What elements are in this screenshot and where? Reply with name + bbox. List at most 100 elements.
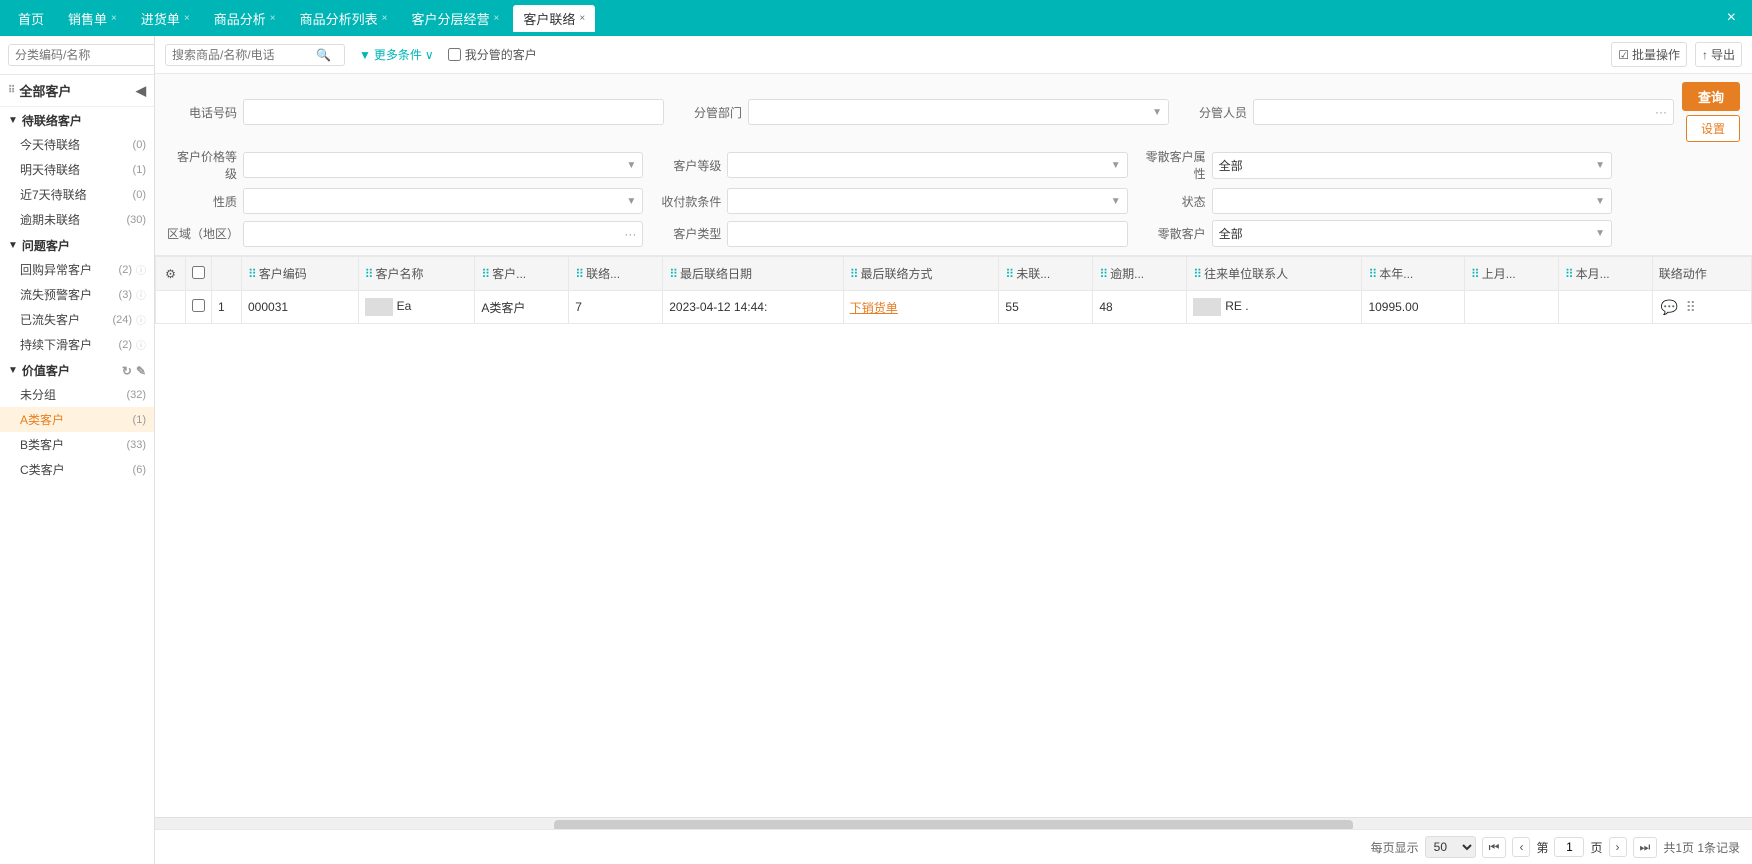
row-checkbox[interactable] [192, 299, 205, 312]
sidebar-item-7days[interactable]: 近7天待联络 (0) [0, 182, 154, 207]
next-page-btn[interactable]: › [1609, 837, 1627, 857]
filter-icon: ▼ [359, 48, 371, 62]
th-code[interactable]: ⠿ 客户编码 [242, 257, 359, 291]
pending-contact-title[interactable]: ▼ 待联络客户 [0, 107, 154, 132]
th-settings[interactable]: ⚙ [156, 257, 186, 291]
last-page-btn[interactable]: ⏭ [1633, 837, 1658, 858]
bulk-op-btn[interactable]: ☑ 批量操作 [1611, 42, 1687, 67]
filter-nature-select[interactable]: ▼ [243, 188, 643, 214]
sidebar-item-declining[interactable]: 持续下滑客户 (2) ⓘ [0, 332, 154, 357]
nav-home[interactable]: 首页 [8, 5, 54, 32]
filter-price-level-select[interactable]: ▼ [243, 152, 643, 178]
export-btn[interactable]: ↑ 导出 [1695, 42, 1742, 67]
filter-retail-attr-select[interactable]: 全部 ▼ [1212, 152, 1612, 179]
th-level[interactable]: ⠿ 客户... [475, 257, 569, 291]
sidebar-item-b-class[interactable]: B类客户 (33) [0, 432, 154, 457]
filter-person-select[interactable]: ··· [1253, 99, 1674, 125]
my-customers-checkbox-label[interactable]: 我分管的客户 [448, 46, 537, 63]
th-overdue[interactable]: ⠿ 逾期... [1093, 257, 1187, 291]
nav-product-analysis[interactable]: 商品分析 × [204, 5, 286, 32]
value-refresh-icon[interactable]: ↻ [122, 364, 132, 378]
more-filter-btn[interactable]: ▼ 更多条件 ∨ [353, 43, 440, 66]
nav-customer-contact[interactable]: 客户联络 × [513, 5, 595, 32]
gear-icon: ⚙ [165, 267, 176, 281]
th-checkbox[interactable] [186, 257, 212, 291]
row-last-month [1464, 291, 1558, 324]
th-index [212, 257, 242, 291]
retail-attr-arrow-icon: ▼ [1595, 160, 1605, 171]
close-customer-segment-tab[interactable]: × [493, 13, 499, 24]
chat-icon[interactable]: 💬 [1661, 299, 1678, 315]
th-contact-count[interactable]: ⠿ 联络... [569, 257, 663, 291]
prev-page-btn[interactable]: ‹ [1512, 837, 1530, 857]
close-sales-tab[interactable]: × [111, 13, 117, 24]
close-customer-contact-tab[interactable]: × [579, 13, 585, 24]
filter-phone-input[interactable] [243, 99, 664, 125]
filter-payment-select[interactable]: ▼ [727, 188, 1127, 214]
th-company-contact[interactable]: ⠿ 往来单位联系人 [1187, 257, 1362, 291]
filter-customer-level-select[interactable]: ▼ [727, 152, 1127, 178]
th-last-month[interactable]: ⠿ 上月... [1464, 257, 1558, 291]
status-arrow-icon: ▼ [1595, 196, 1605, 207]
nav-purchase[interactable]: 进货单 × [131, 5, 200, 32]
sort-icon-ld: ⠿ [669, 267, 678, 281]
th-last-date[interactable]: ⠿ 最后联络日期 [663, 257, 844, 291]
close-product-analysis-tab[interactable]: × [270, 13, 276, 24]
filter-dept-select[interactable]: ▼ [748, 99, 1169, 125]
pending-arrow-icon: ▼ [8, 115, 18, 126]
horizontal-scrollbar[interactable] [155, 817, 1752, 829]
close-window-btn[interactable]: × [1719, 9, 1744, 27]
problem-arrow-icon: ▼ [8, 240, 18, 251]
row-code[interactable]: 000031 [242, 291, 359, 324]
select-all-checkbox[interactable] [192, 266, 205, 279]
th-last-method[interactable]: ⠿ 最后联络方式 [843, 257, 999, 291]
filter-retail-customer: 零散客户 全部 ▼ [1136, 220, 1612, 247]
sidebar-item-churn-warning[interactable]: 流失预警客户 (3) ⓘ [0, 282, 154, 307]
filter-status-select[interactable]: ▼ [1212, 188, 1612, 214]
th-name[interactable]: ⠿ 客户名称 [358, 257, 475, 291]
sidebar-item-a-class[interactable]: A类客户 (1) [0, 407, 154, 432]
row-checkbox-cell[interactable] [186, 291, 212, 324]
close-purchase-tab[interactable]: × [184, 13, 190, 24]
settings-btn[interactable]: 设置 [1686, 115, 1740, 142]
sidebar-item-abnormal-repurchase[interactable]: 回购异常客户 (2) ⓘ [0, 257, 154, 282]
nav-product-analysis-list[interactable]: 商品分析列表 × [290, 5, 398, 32]
filter-region: 区域（地区） ··· [167, 221, 643, 247]
sidebar-search-input[interactable] [8, 44, 155, 66]
nav-sales[interactable]: 销售单 × [58, 5, 127, 32]
page-size-select[interactable]: 50 100 200 [1425, 836, 1476, 858]
th-this-year[interactable]: ⠿ 本年... [1362, 257, 1464, 291]
value-customers-title[interactable]: ▼ 价值客户 ↻ ✎ [0, 357, 154, 382]
row-last-method[interactable]: 下销货单 [843, 291, 999, 324]
search-input[interactable] [172, 48, 312, 62]
filter-customer-type: 客户类型 [651, 221, 1127, 247]
page-number-input[interactable] [1554, 837, 1584, 857]
table-header-row: ⚙ ⠿ 客户编码 [156, 257, 1752, 291]
row-this-year: 10995.00 [1362, 291, 1464, 324]
sidebar-item-overdue[interactable]: 逾期未联络 (30) [0, 207, 154, 232]
sidebar-all-customers[interactable]: ⠿ 全部客户 ◀ [0, 75, 154, 107]
my-customers-checkbox[interactable] [448, 48, 461, 61]
sidebar-item-churned[interactable]: 已流失客户 (24) ⓘ [0, 307, 154, 332]
query-btn[interactable]: 查询 [1682, 82, 1740, 111]
first-page-btn[interactable]: ⏮ [1482, 837, 1507, 858]
th-no-contact[interactable]: ⠿ 未联... [999, 257, 1093, 291]
sidebar-item-c-class[interactable]: C类客户 (6) [0, 457, 154, 482]
filter-customer-type-select[interactable] [727, 221, 1127, 247]
qr-icon[interactable]: ⠿ [1686, 299, 1696, 315]
filter-row-3: 性质 ▼ 收付款条件 ▼ 状态 [167, 188, 1740, 214]
sort-icon-tm: ⠿ [1565, 267, 1574, 281]
filter-region-select[interactable]: ··· [243, 221, 643, 247]
sidebar-collapse-btn[interactable]: ◀ [136, 83, 146, 99]
problem-customers-title[interactable]: ▼ 问题客户 [0, 232, 154, 257]
close-product-analysis-list-tab[interactable]: × [382, 13, 388, 24]
sidebar-item-tomorrow[interactable]: 明天待联络 (1) [0, 157, 154, 182]
value-edit-icon[interactable]: ✎ [136, 364, 146, 378]
nav-customer-segment[interactable]: 客户分层经营 × [401, 5, 509, 32]
sidebar-item-today[interactable]: 今天待联络 (0) [0, 132, 154, 157]
filter-retail-customer-select[interactable]: 全部 ▼ [1212, 220, 1612, 247]
th-this-month[interactable]: ⠿ 本月... [1558, 257, 1652, 291]
table-row: 1 000031 Ea A类客户 7 2023-04-12 14:44: 下销货… [156, 291, 1752, 324]
sidebar-item-ungrouped[interactable]: 未分组 (32) [0, 382, 154, 407]
filter-phone: 电话号码 [167, 99, 664, 125]
